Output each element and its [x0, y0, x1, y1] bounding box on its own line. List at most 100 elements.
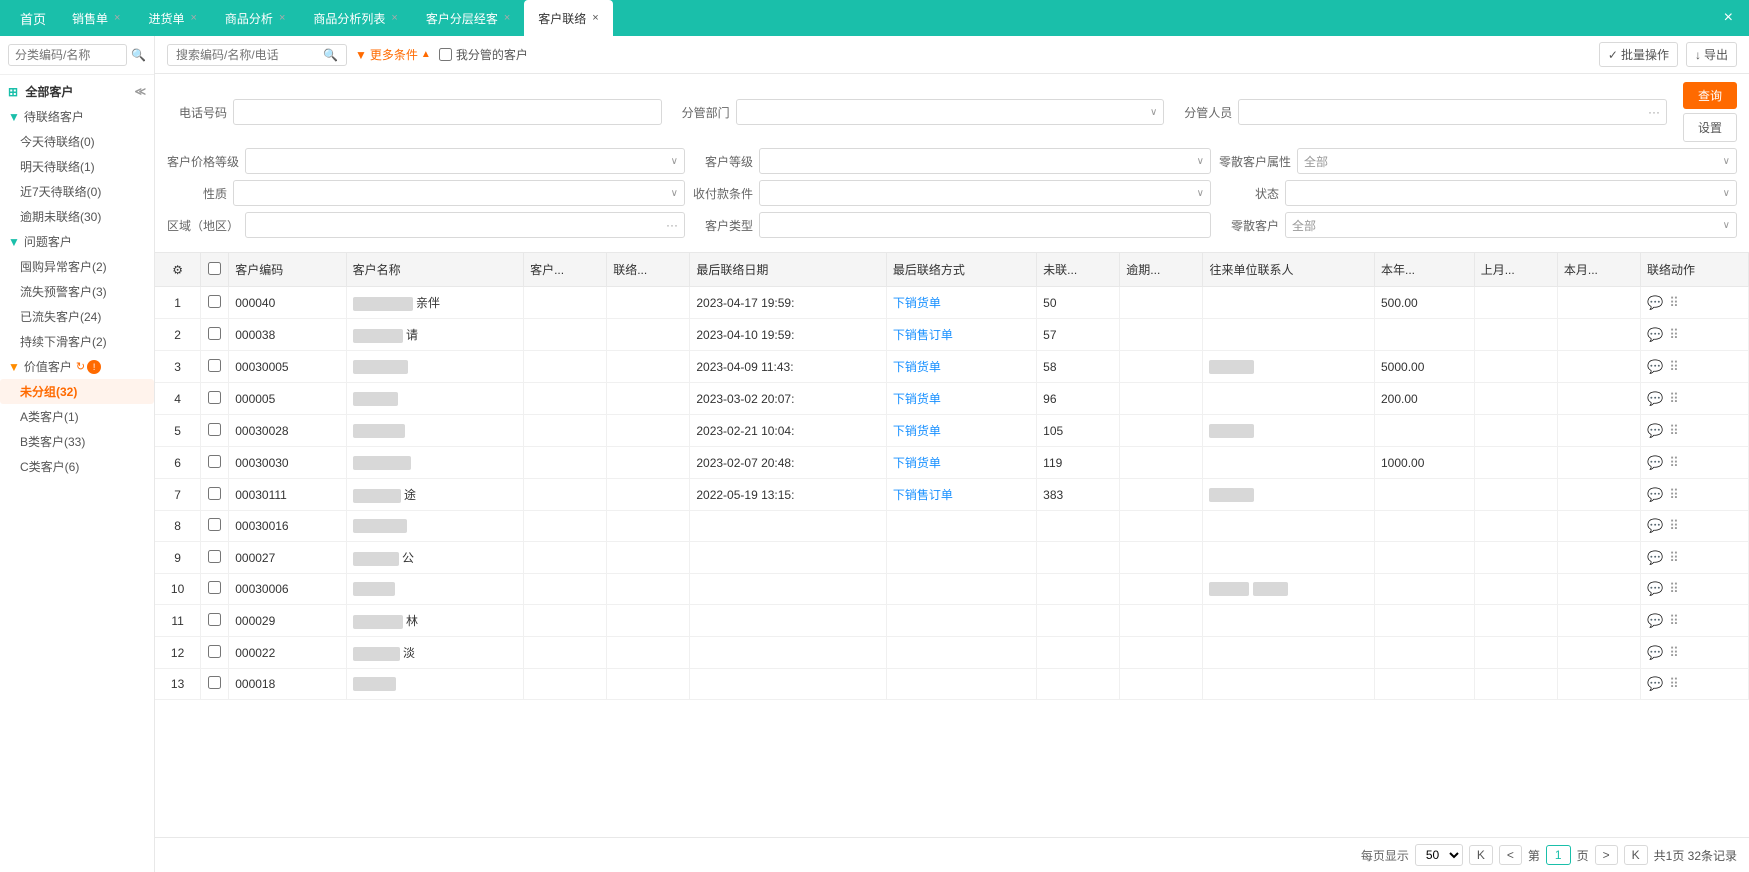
more-icon[interactable]: ⠿: [1669, 613, 1679, 629]
more-icon[interactable]: ⠿: [1669, 550, 1679, 566]
search-input[interactable]: [176, 48, 323, 62]
chat-icon[interactable]: 💬: [1647, 581, 1663, 597]
row-checkbox-cell[interactable]: [201, 605, 229, 637]
select-all-checkbox[interactable]: [208, 262, 221, 275]
sidebar-search-icon[interactable]: 🔍: [131, 48, 146, 62]
more-conditions-button[interactable]: ▼ 更多条件 ▲: [355, 46, 431, 63]
row-checkbox-cell[interactable]: [201, 479, 229, 511]
phone-input[interactable]: [233, 99, 662, 125]
row-checkbox-cell[interactable]: [201, 319, 229, 351]
more-icon[interactable]: ⠿: [1669, 455, 1679, 471]
chat-icon[interactable]: 💬: [1647, 455, 1663, 471]
my-customers-checkbox[interactable]: [439, 48, 452, 61]
close-icon[interactable]: ×: [190, 12, 196, 24]
row-checkbox-cell[interactable]: [201, 383, 229, 415]
more-icon[interactable]: ⠿: [1669, 423, 1679, 439]
chat-icon[interactable]: 💬: [1647, 359, 1663, 375]
sidebar-item-overdue[interactable]: 逾期未联络(30): [0, 204, 154, 229]
row-checkbox[interactable]: [208, 550, 221, 563]
customer-level-input[interactable]: ∨: [759, 148, 1211, 174]
next-page-button[interactable]: >: [1595, 845, 1618, 865]
export-button[interactable]: ↓ 导出: [1686, 42, 1737, 67]
dept-input[interactable]: ∨: [736, 99, 1165, 125]
close-icon[interactable]: ×: [279, 12, 285, 24]
more-icon[interactable]: ⠿: [1669, 487, 1679, 503]
more-icon[interactable]: ⠿: [1669, 676, 1679, 692]
last-method-link[interactable]: 下销货单: [893, 392, 941, 406]
row-checkbox[interactable]: [208, 423, 221, 436]
chat-icon[interactable]: 💬: [1647, 518, 1663, 534]
search-icon[interactable]: 🔍: [323, 48, 338, 62]
last-page-button[interactable]: K: [1624, 845, 1648, 865]
nav-tab-customer-segment[interactable]: 客户分层经客 ×: [412, 0, 524, 36]
close-icon[interactable]: ×: [114, 12, 120, 24]
collapse-icon[interactable]: ≪: [134, 85, 146, 98]
chat-icon[interactable]: 💬: [1647, 550, 1663, 566]
sidebar-item-class-a[interactable]: A类客户(1): [0, 404, 154, 429]
row-checkbox[interactable]: [208, 581, 221, 594]
sidebar-pending-contact-group[interactable]: ▼ 待联络客户: [0, 104, 154, 129]
close-icon[interactable]: ×: [391, 12, 397, 24]
chat-icon[interactable]: 💬: [1647, 391, 1663, 407]
row-checkbox-cell[interactable]: [201, 511, 229, 542]
region-input[interactable]: ···: [245, 212, 685, 238]
sidebar-item-today[interactable]: 今天待联络(0): [0, 129, 154, 154]
chat-icon[interactable]: 💬: [1647, 676, 1663, 692]
row-checkbox[interactable]: [208, 295, 221, 308]
chat-icon[interactable]: 💬: [1647, 423, 1663, 439]
retail-customer-input[interactable]: 全部 ∨: [1285, 212, 1737, 238]
row-checkbox-cell[interactable]: [201, 447, 229, 479]
row-checkbox-cell[interactable]: [201, 542, 229, 574]
prev-page-button[interactable]: <: [1499, 845, 1522, 865]
row-checkbox-cell[interactable]: [201, 287, 229, 319]
row-checkbox[interactable]: [208, 487, 221, 500]
manager-input[interactable]: ···: [1238, 99, 1667, 125]
last-method-link[interactable]: 下销货单: [893, 424, 941, 438]
close-icon[interactable]: ×: [504, 12, 510, 24]
select-all-col[interactable]: [201, 253, 229, 287]
row-checkbox[interactable]: [208, 455, 221, 468]
row-checkbox-cell[interactable]: [201, 637, 229, 669]
reset-button[interactable]: 设置: [1683, 113, 1737, 142]
chat-icon[interactable]: 💬: [1647, 645, 1663, 661]
sidebar-problem-customer-group[interactable]: ▼ 问题客户: [0, 229, 154, 254]
sidebar-item-churn-warning[interactable]: 流失预警客户(3): [0, 279, 154, 304]
row-checkbox-cell[interactable]: [201, 415, 229, 447]
chat-icon[interactable]: 💬: [1647, 295, 1663, 311]
nav-tab-purchase[interactable]: 进货单 ×: [134, 0, 210, 36]
payment-input[interactable]: ∨: [759, 180, 1211, 206]
my-customers-checkbox-label[interactable]: 我分管的客户: [439, 46, 528, 63]
chat-icon[interactable]: 💬: [1647, 327, 1663, 343]
chat-icon[interactable]: 💬: [1647, 487, 1663, 503]
nav-tab-product-list[interactable]: 商品分析列表 ×: [299, 0, 411, 36]
nav-tab-customer-contact[interactable]: 客户联络 ×: [524, 0, 612, 36]
per-page-select[interactable]: 50: [1415, 844, 1463, 866]
gender-input[interactable]: ∨: [233, 180, 685, 206]
row-checkbox[interactable]: [208, 613, 221, 626]
more-icon[interactable]: ⠿: [1669, 359, 1679, 375]
settings-col[interactable]: ⚙: [155, 253, 201, 287]
sidebar-item-hoard-abnormal[interactable]: 囤购异常客户(2): [0, 254, 154, 279]
row-checkbox[interactable]: [208, 518, 221, 531]
sidebar-value-customer-group[interactable]: ▼ 价值客户 ↻ !: [0, 354, 154, 379]
row-checkbox[interactable]: [208, 391, 221, 404]
customer-type-input[interactable]: [759, 212, 1211, 238]
row-checkbox-cell[interactable]: [201, 669, 229, 700]
all-customers-header[interactable]: ⊞ 全部客户 ≪: [0, 75, 154, 104]
status-input[interactable]: ∨: [1285, 180, 1737, 206]
sidebar-item-tomorrow[interactable]: 明天待联络(1): [0, 154, 154, 179]
more-icon[interactable]: ⠿: [1669, 645, 1679, 661]
nav-home[interactable]: 首页: [8, 9, 58, 28]
last-method-link[interactable]: 下销售订单: [893, 328, 953, 342]
row-checkbox[interactable]: [208, 676, 221, 689]
sidebar-item-ungroup[interactable]: 未分组(32): [0, 379, 154, 404]
nav-tab-sales[interactable]: 销售单 ×: [58, 0, 134, 36]
more-icon[interactable]: ⠿: [1669, 327, 1679, 343]
price-level-input[interactable]: ∨: [245, 148, 685, 174]
last-method-link[interactable]: 下销货单: [893, 456, 941, 470]
last-method-link[interactable]: 下销货单: [893, 360, 941, 374]
close-all-button[interactable]: ×: [1716, 9, 1741, 27]
nav-tab-product-analysis[interactable]: 商品分析 ×: [211, 0, 299, 36]
row-checkbox[interactable]: [208, 359, 221, 372]
more-icon[interactable]: ⠿: [1669, 518, 1679, 534]
